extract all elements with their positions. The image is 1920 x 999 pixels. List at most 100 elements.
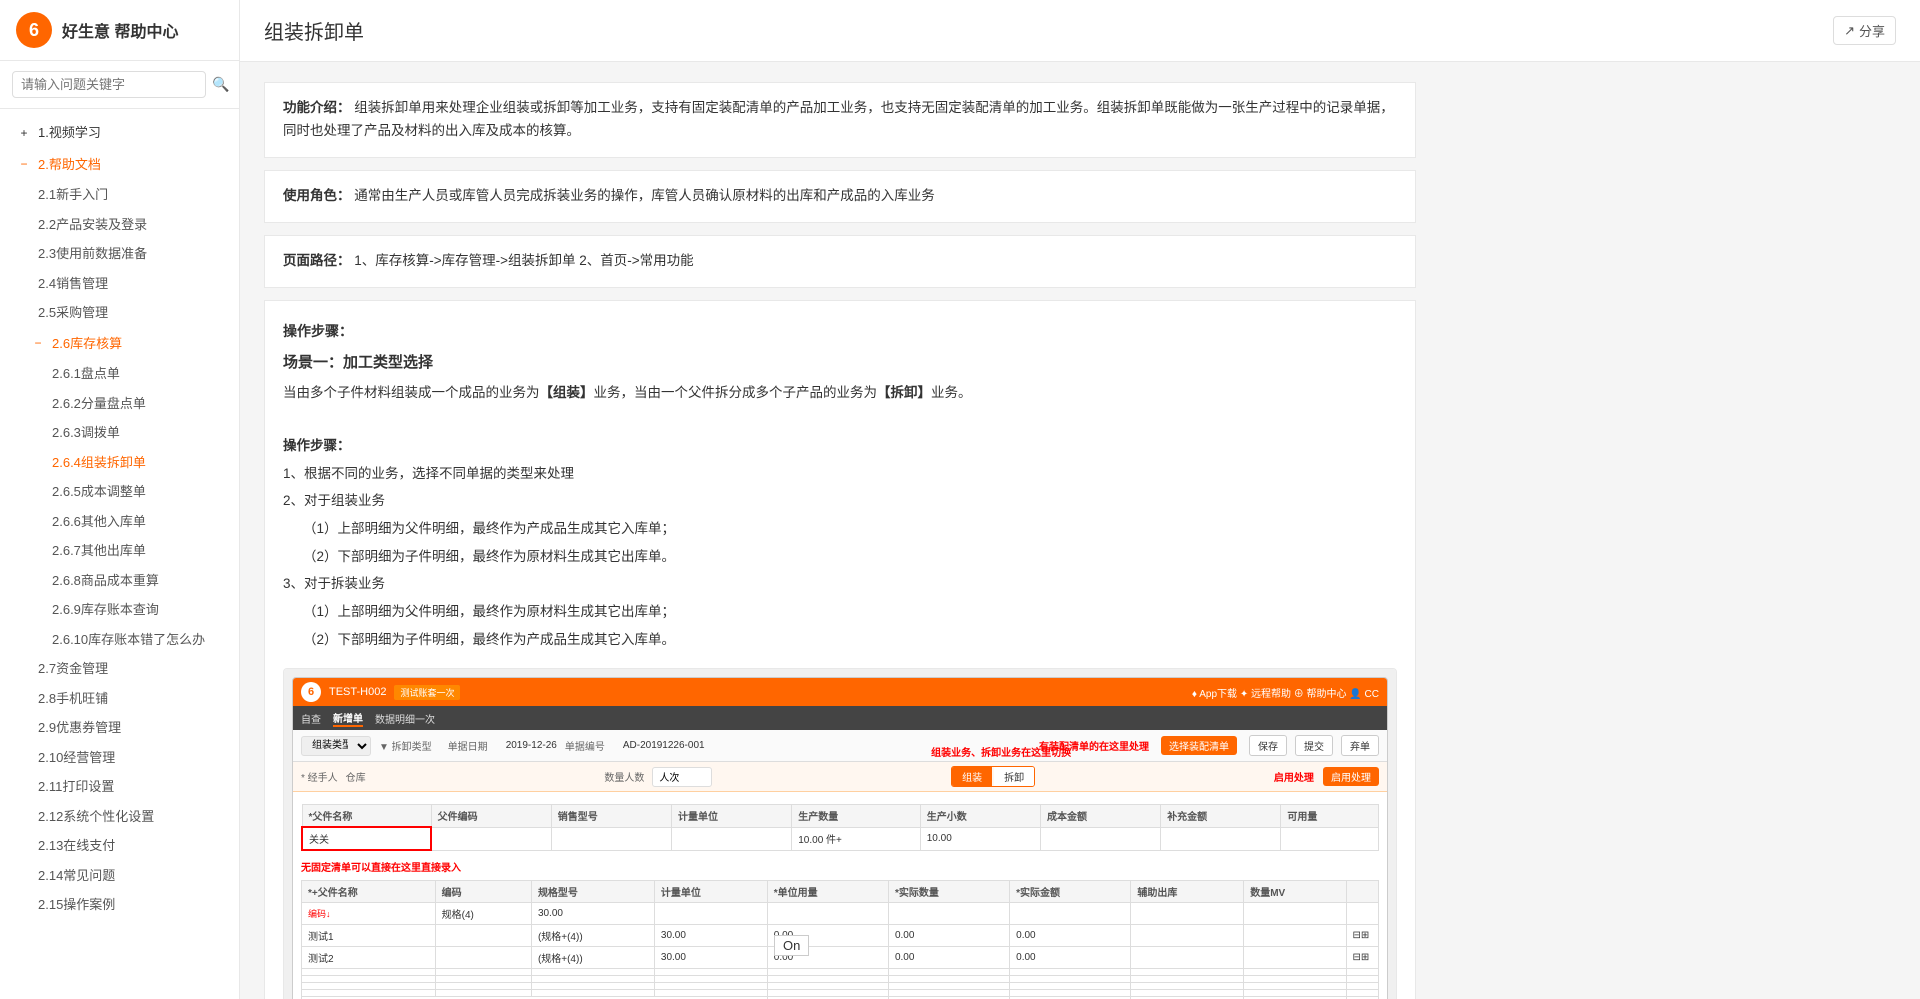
search-input[interactable] — [12, 71, 206, 98]
role-label: 使用角色： — [283, 188, 351, 203]
mock-form-date: 2019-12-26 — [506, 740, 557, 751]
sidebar-item-stock-query[interactable]: 2.6.9库存账本查询 — [0, 595, 239, 625]
sidebar-item-prepare[interactable]: 2.3使用前数据准备 — [0, 239, 239, 269]
mock-form-code: AD-20191226-001 — [623, 740, 705, 751]
sidebar-item-custom[interactable]: 2.12系统个性化设置 — [0, 802, 239, 832]
sidebar-item-other-in[interactable]: 2.6.6其他入库单 — [0, 507, 239, 537]
operations-section: 操作步骤： 场景一：加工类型选择 当由多个子件材料组装成一个成品的业务为【组装】… — [264, 300, 1416, 999]
path-block: 页面路径： 1、库存核算->库存管理->组装拆卸单 2、首页->常用功能 — [264, 235, 1416, 288]
mock-topbar-env: 测试账套一次 — [394, 685, 460, 700]
path-label: 页面路径： — [283, 253, 351, 268]
sidebar-item-cases[interactable]: 2.15操作案例 — [0, 890, 239, 920]
sidebar-item-stock-error[interactable]: 2.6.10库存账本错了怎么办 — [0, 625, 239, 655]
page-title: 组装拆卸单 — [264, 16, 364, 45]
mock-topbar-id: TEST-H002 — [329, 686, 386, 698]
sidebar-item-transfer[interactable]: 2.6.3调拨单 — [0, 418, 239, 448]
annotation-enable: 启用处理 — [1274, 773, 1314, 784]
share-icon: ↗ — [1844, 23, 1855, 39]
search-icon[interactable]: 🔍 — [212, 76, 229, 93]
mock-lower-section: 无固定清单可以直接在这里直接录入 *+父件名称 编码 规格型号 计量单位 *单位… — [293, 859, 1387, 999]
scene1-description: 当由多个子件材料组装成一个成品的业务为【组装】业务，当由一个父件拆分成多个子产品… — [283, 380, 1397, 406]
sidebar-item-coupon[interactable]: 2.9优惠券管理 — [0, 713, 239, 743]
sidebar-item-payment[interactable]: 2.13在线支付 — [0, 831, 239, 861]
annotation-toggle: 组装业务、拆卸业务在这里切换 — [931, 744, 1071, 759]
scene1-desc: 当由多个子件材料组装成一个成品的业务为【组装】业务，当由一个父件拆分成多个子产品… — [283, 380, 1397, 652]
screenshot-inner: 6 TEST-H002 测试账套一次 ♦ App下载 ✦ 远程帮助 ⊕ 帮助中心… — [284, 669, 1396, 999]
table-row — [302, 976, 1379, 983]
sidebar-item-finance[interactable]: 2.7资金管理 — [0, 654, 239, 684]
collapse-icon: − — [16, 156, 32, 172]
table-row: 编码↓ 规格(4) 30.00 — [302, 903, 1379, 925]
table-row — [302, 990, 1379, 997]
table-row — [302, 969, 1379, 976]
role-block: 使用角色： 通常由生产人员或库管人员完成拆装业务的操作，库管人员确认原材料的出库… — [264, 170, 1416, 223]
mock-sub-toolbar: * 经手人 仓库 数量人数 组装 拆卸 — [293, 762, 1387, 792]
sidebar-item-cost-adjust[interactable]: 2.6.5成本调整单 — [0, 477, 239, 507]
step3: 3、对于拆装业务 — [283, 571, 1397, 597]
mock-logo: 6 — [301, 682, 321, 702]
page-header: 组装拆卸单 ↗ 分享 — [240, 0, 1920, 62]
sidebar-item-purchase[interactable]: 2.5采购管理 — [0, 298, 239, 328]
mock-col-parent-code: 父件编码 — [431, 805, 551, 828]
role-text: 通常由生产人员或库管人员完成拆装业务的操作，库管人员确认原材料的出库和产成品的入… — [354, 188, 935, 203]
mock-topbar: 6 TEST-H002 测试账套一次 ♦ App下载 ✦ 远程帮助 ⊕ 帮助中心… — [293, 678, 1387, 706]
main-content: 组装拆卸单 ↗ 分享 功能介绍： 组装拆卸单用来处理企业组装或拆卸等加工业务，支… — [240, 0, 1920, 999]
intro-block: 功能介绍： 组装拆卸单用来处理企业组装或拆卸等加工业务，支持有固定装配清单的产品… — [264, 82, 1416, 158]
app-title: 好生意 帮助中心 — [62, 18, 178, 42]
mock-quantity-input[interactable] — [652, 767, 712, 787]
mock-select-bom-btn[interactable]: 选择装配清单 — [1161, 736, 1237, 755]
expand-icon: + — [16, 125, 32, 141]
sidebar-item-assemble[interactable]: 2.6.4组装拆卸单 — [0, 448, 239, 478]
mock-discard-btn[interactable]: 弃单 — [1341, 735, 1379, 756]
mock-ui: 6 TEST-H002 测试账套一次 ♦ App下载 ✦ 远程帮助 ⊕ 帮助中心… — [292, 677, 1388, 999]
sidebar-item-video[interactable]: + 1.视频学习 — [0, 117, 239, 149]
sidebar-item-split-stocktake[interactable]: 2.6.2分量盘点单 — [0, 389, 239, 419]
step3-sub1: （1）上部明细为父件明细，最终作为原材料生成其它出库单； — [283, 599, 1397, 625]
mock-topbar-right: ♦ App下载 ✦ 远程帮助 ⊕ 帮助中心 👤 CC — [1192, 685, 1379, 700]
mock-type-toggle: 组装 拆卸 — [951, 766, 1035, 787]
content-area: 功能介绍： 组装拆卸单用来处理企业组装或拆卸等加工业务，支持有固定装配清单的产品… — [240, 62, 1440, 999]
mock-menu-new: 新增单 — [333, 710, 363, 727]
collapse-sub-icon: − — [30, 335, 46, 351]
step2-sub2: （2）下部明细为子件明细，最终作为原材料生成其它出库单。 — [283, 544, 1397, 570]
mock-col-suppl: 补充金额 — [1161, 805, 1281, 828]
scene1-title: 场景一：加工类型选择 — [283, 351, 1397, 372]
sidebar-item-install[interactable]: 2.2产品安装及登录 — [0, 210, 239, 240]
mock-upper-section: *父件名称 父件编码 销售型号 计量单位 生产数量 生产小数 成本金额 补充金额 — [293, 792, 1387, 857]
table-row: 关关 10.00 件+ 10.00 — [302, 827, 1379, 850]
sidebar-item-sales[interactable]: 2.4销售管理 — [0, 269, 239, 299]
mock-submit-btn[interactable]: 提交 — [1295, 735, 1333, 756]
mock-save-btn[interactable]: 保存 — [1249, 735, 1287, 756]
share-button[interactable]: ↗ 分享 — [1833, 16, 1896, 45]
sidebar-item-mobile[interactable]: 2.8手机旺铺 — [0, 684, 239, 714]
on-label: On — [774, 935, 809, 956]
sidebar-item-other-out[interactable]: 2.6.7其他出库单 — [0, 536, 239, 566]
sidebar-item-business[interactable]: 2.10经营管理 — [0, 743, 239, 773]
sidebar-header: 6 好生意 帮助中心 — [0, 0, 239, 61]
mock-disassemble-btn[interactable]: 拆卸 — [994, 767, 1034, 786]
sidebar-item-inventory[interactable]: − 2.6库存核算 — [0, 328, 239, 360]
sidebar-item-cost-recalc[interactable]: 2.6.8商品成本重算 — [0, 566, 239, 596]
mock-type-select[interactable]: 组装类型 — [301, 736, 371, 756]
sidebar-item-print[interactable]: 2.11打印设置 — [0, 772, 239, 802]
mock-enable-btn[interactable]: 启用处理 — [1323, 767, 1379, 786]
table-row: 测试1 (规格+(4)) 30.00 0.00 0.00 0.00 — [302, 925, 1379, 947]
screenshot-container: 6 TEST-H002 测试账套一次 ♦ App下载 ✦ 远程帮助 ⊕ 帮助中心… — [283, 668, 1397, 999]
sidebar-item-faq[interactable]: 2.14常见问题 — [0, 861, 239, 891]
sidebar-item-docs[interactable]: − 2.帮助文档 — [0, 149, 239, 181]
mock-upper-table: *父件名称 父件编码 销售型号 计量单位 生产数量 生产小数 成本金额 补充金额 — [301, 804, 1379, 851]
mock-assemble-btn[interactable]: 组装 — [952, 767, 992, 786]
step1: 1、根据不同的业务，选择不同单据的类型来处理 — [283, 461, 1397, 487]
table-row — [302, 983, 1379, 990]
steps-title: 操作步骤： — [283, 433, 1397, 459]
table-row: 测试2 (规格+(4)) 30.00 0.00 0.00 0.00 — [302, 947, 1379, 969]
mock-col-parent-name: *父件名称 — [302, 805, 431, 828]
sidebar-item-stocktake[interactable]: 2.6.1盘点单 — [0, 359, 239, 389]
step3-sub2: （2）下部明细为子件明细，最终作为产成品生成其它入库单。 — [283, 627, 1397, 653]
sidebar-item-newbie[interactable]: 2.1新手入门 — [0, 180, 239, 210]
mock-col-qty-dec: 生产小数 — [920, 805, 1040, 828]
sidebar: 6 好生意 帮助中心 🔍 + 1.视频学习 − 2.帮助文档 2.1新手入门 2… — [0, 0, 240, 999]
annotation-no-bom: 无固定清单可以直接在这里直接录入 — [301, 859, 1379, 874]
step2-sub1: （1）上部明细为父件明细，最终作为产成品生成其它入库单； — [283, 516, 1397, 542]
mock-lower-table: *+父件名称 编码 规格型号 计量单位 *单位用量 *实际数量 *实际金额 辅助… — [301, 880, 1379, 999]
